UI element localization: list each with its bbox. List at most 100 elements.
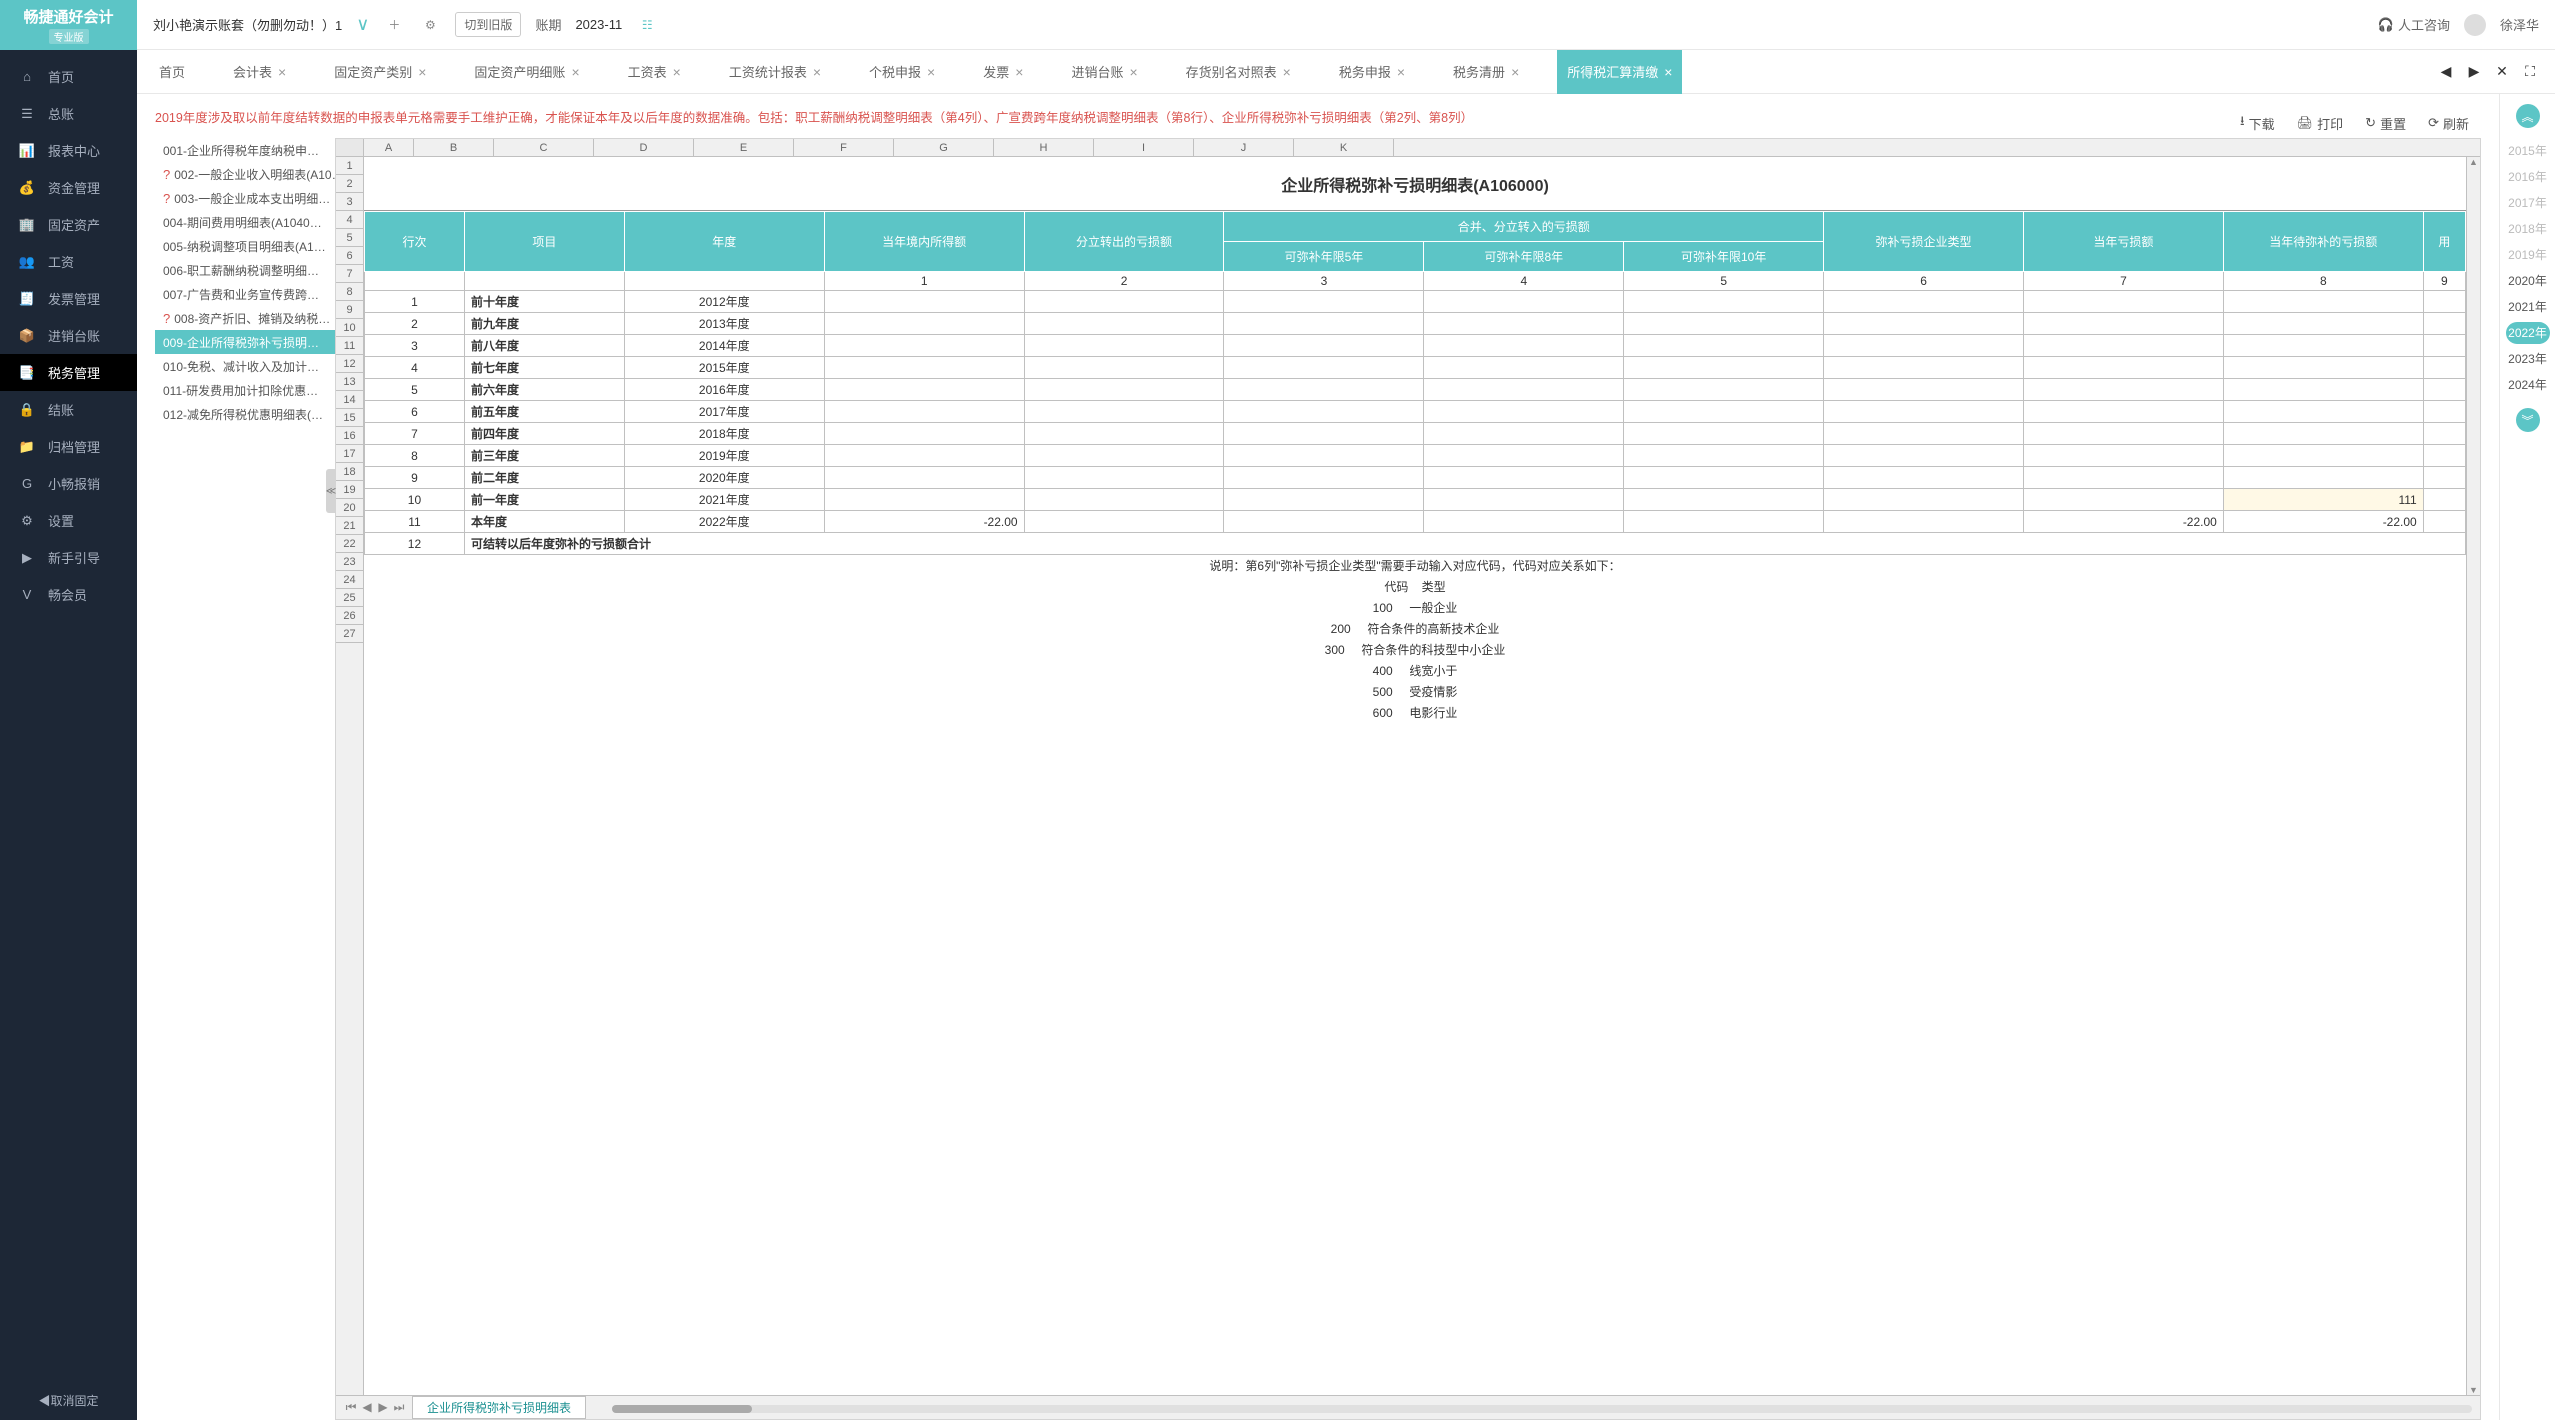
nav-item-9[interactable]: 🔒结账 (0, 391, 137, 428)
doc-item-0[interactable]: 001-企业所得税年度纳税申… (155, 138, 335, 162)
year-down-icon[interactable]: ︾ (2516, 408, 2540, 432)
row-header[interactable]: 1 (336, 157, 363, 175)
tab-10[interactable]: 税务申报× (1329, 50, 1415, 94)
row-header[interactable]: 23 (336, 553, 363, 571)
scroll-thumb[interactable] (612, 1405, 752, 1413)
row-header[interactable]: 13 (336, 373, 363, 391)
select-all-corner[interactable] (336, 139, 364, 156)
row-header[interactable]: 10 (336, 319, 363, 337)
tab-5[interactable]: 工资统计报表× (719, 50, 831, 94)
row-header[interactable]: 7 (336, 265, 363, 283)
row-header[interactable]: 22 (336, 535, 363, 553)
row-header[interactable]: 17 (336, 445, 363, 463)
row-header[interactable]: 11 (336, 337, 363, 355)
v-scrollbar[interactable]: ▲ ▼ (2466, 157, 2480, 1395)
sheet-first-icon[interactable]: ⏮ (344, 1400, 358, 1415)
year-item[interactable]: 2020年 (2506, 270, 2550, 292)
print-button[interactable]: 🖨打印 (2297, 112, 2344, 134)
nav-item-8[interactable]: 📑税务管理 (0, 354, 137, 391)
row-header[interactable]: 24 (336, 571, 363, 589)
doc-item-6[interactable]: 007-广告费和业务宣传费跨… (155, 282, 335, 306)
year-item[interactable]: 2024年 (2506, 374, 2550, 396)
row-header[interactable]: 3 (336, 193, 363, 211)
refresh-button[interactable]: ⟳刷新 (2428, 112, 2469, 134)
row-header[interactable]: 5 (336, 229, 363, 247)
tabs-close-all-icon[interactable]: ✕ (2489, 59, 2515, 85)
close-icon[interactable]: × (1397, 64, 1405, 80)
row-header[interactable]: 4 (336, 211, 363, 229)
row-header[interactable]: 19 (336, 481, 363, 499)
row-header[interactable]: 6 (336, 247, 363, 265)
close-icon[interactable]: × (1129, 64, 1137, 80)
doc-item-9[interactable]: 010-免税、减计收入及加计… (155, 354, 335, 378)
sheet-last-icon[interactable]: ⏭ (392, 1400, 406, 1415)
close-icon[interactable]: × (673, 64, 681, 80)
close-icon[interactable]: × (1511, 64, 1519, 80)
row-header[interactable]: 16 (336, 427, 363, 445)
switch-old-button[interactable]: 切到旧版 (455, 12, 521, 37)
nav-item-13[interactable]: ▶新手引导 (0, 539, 137, 576)
row-header[interactable]: 9 (336, 301, 363, 319)
col-header[interactable]: A (364, 139, 414, 156)
tab-1[interactable]: 会计表× (223, 50, 296, 94)
close-icon[interactable]: × (927, 64, 935, 80)
nav-item-3[interactable]: 💰资金管理 (0, 169, 137, 206)
doc-item-2[interactable]: ?003-一般企业成本支出明细… (155, 186, 335, 210)
username[interactable]: 徐泽华 (2500, 15, 2539, 34)
sheet-prev-icon[interactable]: ◀ (360, 1400, 374, 1415)
doc-item-7[interactable]: ?008-资产折旧、摊销及纳税… (155, 306, 335, 330)
add-icon[interactable]: ＋ (383, 14, 405, 36)
col-header[interactable]: C (494, 139, 594, 156)
col-header[interactable]: F (794, 139, 894, 156)
row-header[interactable]: 27 (336, 625, 363, 643)
account-name[interactable]: 刘小艳演示账套（勿删勿动！）1 (153, 15, 342, 34)
tab-12[interactable]: 所得税汇算清缴× (1557, 50, 1682, 94)
row-header[interactable]: 18 (336, 463, 363, 481)
row-header[interactable]: 12 (336, 355, 363, 373)
doc-item-4[interactable]: 005-纳税调整项目明细表(A1… (155, 234, 335, 258)
doc-item-11[interactable]: 012-减免所得税优惠明细表(… (155, 402, 335, 426)
fullscreen-icon[interactable]: ⛶ (2517, 59, 2543, 85)
tab-11[interactable]: 税务清册× (1443, 50, 1529, 94)
account-dropdown-icon[interactable]: ∨ (356, 14, 369, 35)
gear-icon[interactable]: ⚙ (419, 14, 441, 36)
col-header[interactable]: B (414, 139, 494, 156)
doc-item-10[interactable]: 011-研发费用加计扣除优惠… (155, 378, 335, 402)
nav-item-4[interactable]: 🏢固定资产 (0, 206, 137, 243)
col-header[interactable]: E (694, 139, 794, 156)
nav-item-2[interactable]: 📊报表中心 (0, 132, 137, 169)
doc-item-5[interactable]: 006-职工薪酬纳税调整明细… (155, 258, 335, 282)
grid[interactable]: 企业所得税弥补亏损明细表(A106000) 行次项目年度当年境内所得额分立转出的… (364, 157, 2466, 1395)
tabs-prev-icon[interactable]: ◀ (2433, 59, 2459, 85)
calendar-icon[interactable]: ☷ (636, 14, 658, 36)
scroll-down-icon[interactable]: ▼ (2469, 1385, 2478, 1395)
year-item[interactable]: 2023年 (2506, 348, 2550, 370)
nav-item-12[interactable]: ⚙设置 (0, 502, 137, 539)
doc-item-3[interactable]: 004-期间费用明细表(A1040… (155, 210, 335, 234)
close-icon[interactable]: × (1664, 64, 1672, 80)
nav-item-5[interactable]: 👥工资 (0, 243, 137, 280)
tab-7[interactable]: 发票× (973, 50, 1033, 94)
unpin-button[interactable]: ◀取消固定 (0, 1380, 137, 1420)
close-icon[interactable]: × (278, 64, 286, 80)
period-value[interactable]: 2023-11 (575, 17, 622, 32)
row-header[interactable]: 8 (336, 283, 363, 301)
sheet-next-icon[interactable]: ▶ (376, 1400, 390, 1415)
close-icon[interactable]: × (571, 64, 579, 80)
nav-item-7[interactable]: 📦进销台账 (0, 317, 137, 354)
scroll-up-icon[interactable]: ▲ (2469, 157, 2478, 167)
tabs-next-icon[interactable]: ▶ (2461, 59, 2487, 85)
nav-item-1[interactable]: ☰总账 (0, 95, 137, 132)
row-header[interactable]: 2 (336, 175, 363, 193)
nav-item-14[interactable]: V畅会员 (0, 576, 137, 613)
col-header[interactable]: I (1094, 139, 1194, 156)
tab-9[interactable]: 存货别名对照表× (1176, 50, 1301, 94)
close-icon[interactable]: × (418, 64, 426, 80)
tab-3[interactable]: 固定资产明细账× (464, 50, 589, 94)
close-icon[interactable]: × (1015, 64, 1023, 80)
nav-item-6[interactable]: 🧾发票管理 (0, 280, 137, 317)
row-header[interactable]: 15 (336, 409, 363, 427)
col-header[interactable]: K (1294, 139, 1394, 156)
col-header[interactable]: G (894, 139, 994, 156)
tab-8[interactable]: 进销台账× (1061, 50, 1147, 94)
